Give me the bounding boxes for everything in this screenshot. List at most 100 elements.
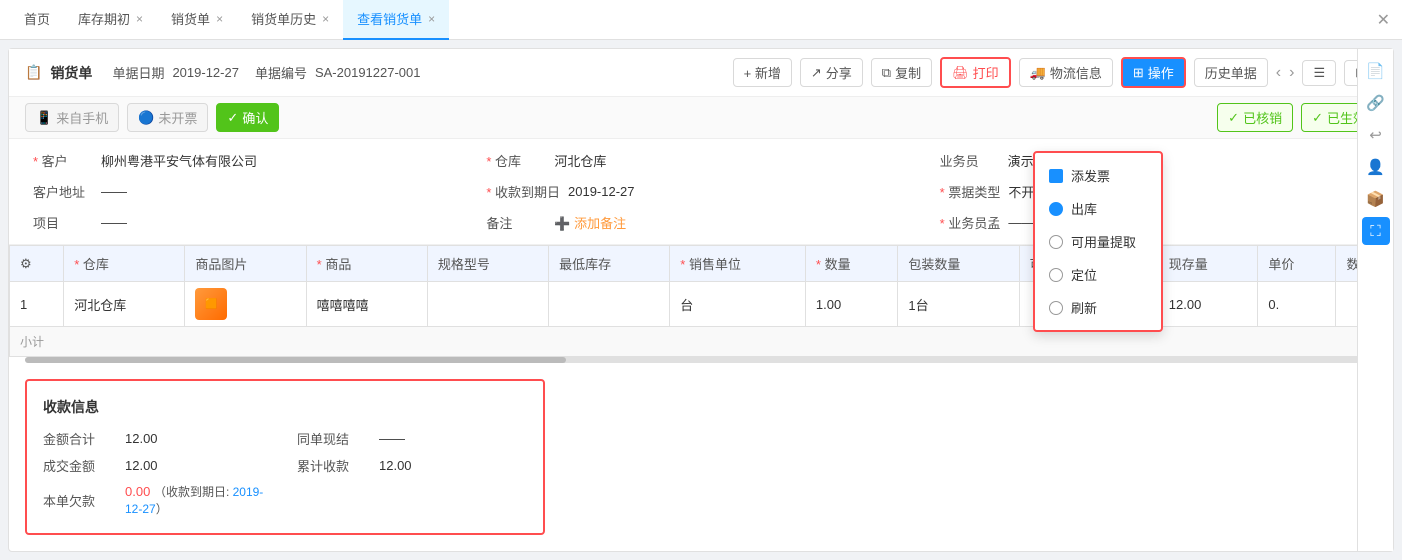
locate-item[interactable]: 定位 [1035,258,1161,291]
sidebar-user-icon[interactable]: 👤 [1362,153,1390,181]
same-order-value: —— [379,431,405,446]
truck-icon: 🚚 [1030,65,1046,81]
tab-close-inventory[interactable]: × [136,12,143,26]
phone-icon: 📱 [36,110,52,126]
col-spec: 规格型号 [427,246,548,282]
sidebar-expand-icon[interactable]: ⛶ [1362,217,1390,245]
doc-meta: 单据日期 2019-12-27 单据编号 SA-20191227-001 [112,63,420,82]
customer-row: 客户 柳州粤港平安气体有限公司 [33,151,462,170]
tab-sales-order[interactable]: 销货单 × [157,0,237,40]
payment-date-value: 2019-12-27 [568,184,635,199]
project-label: 项目 [33,213,93,232]
row-product-name: 嘻嘻嘻嘻 [306,282,427,327]
main-content: 📋 销货单 单据日期 2019-12-27 单据编号 SA-20191227-0… [8,48,1394,552]
toolbar-right: + 新增 ↗ 分享 ⧉ 复制 🖨 打印 🚚 物流信息 ⊞ 操作 历 [733,57,1377,88]
doc-number-label: 单据编号 [255,63,307,82]
nav-next-icon[interactable]: › [1289,64,1294,82]
address-value: —— [101,184,127,199]
row-min-stock [549,282,670,327]
doc-date-value: 2019-12-27 [172,65,239,80]
payment-title: 收款信息 [43,397,527,417]
same-order-row: 同单现结 —— [297,429,527,448]
products-table: ⚙ 仓库 商品图片 商品 规格型号 最低库存 销售单位 数量 包装数量 可用量（… [9,245,1393,357]
not-open-button[interactable]: 🔵 未开票 [127,103,208,132]
staff2-label: 业务员孟 [940,213,1001,232]
form-section: 客户 柳州粤港平安气体有限公司 仓库 河北仓库 业务员 演示账号 客户地址 ——… [9,139,1393,245]
col-product-img: 商品图片 [185,246,306,282]
share-button[interactable]: ↗ 分享 [800,58,863,87]
tab-close-sales[interactable]: × [216,12,223,26]
doc-date-section: 单据日期 2019-12-27 [112,63,239,82]
global-close-icon[interactable]: ✕ [1377,10,1390,30]
horizontal-scrollbar[interactable] [25,357,1377,363]
doc-header: 📋 销货单 单据日期 2019-12-27 单据编号 SA-20191227-0… [9,49,1393,97]
scroll-thumb[interactable] [25,357,566,363]
same-order-label: 同单现结 [297,429,367,448]
row-index: 1 [10,282,64,327]
col-unit-price: 单价 [1258,246,1336,282]
cumulative-receipt-row: 累计收款 12.00 [297,456,527,475]
tab-sales-history[interactable]: 销货单历史 × [237,0,343,40]
tab-close-history[interactable]: × [322,12,329,26]
cumulative-receipt-value: 12.00 [379,458,412,473]
current-due-row: 本单欠款 0.00 （收款到期日: 2019-12-27） [43,483,273,517]
transaction-amount-label: 成交金额 [43,456,113,475]
row-quantity: 1.00 [805,282,897,327]
sold-status-button[interactable]: ✓ 已核销 [1217,103,1293,132]
doc-title-text: 销货单 [50,63,92,83]
view-list-button[interactable]: ☰ [1302,60,1336,86]
warehouse-value: 河北仓库 [554,151,606,170]
project-row: 项目 —— [33,213,462,232]
tab-inventory-init[interactable]: 库存期初 × [64,0,157,40]
address-row: 客户地址 —— [33,182,462,201]
col-quantity: 数量 [805,246,897,282]
refresh-icon [1049,301,1063,315]
available-qty-item[interactable]: 可用量提取 [1035,225,1161,258]
current-due-label: 本单欠款 [43,491,113,510]
tab-view-sales[interactable]: 查看销货单 × [343,0,449,40]
sidebar-link-icon[interactable]: 🔗 [1362,89,1390,117]
add-invoice-item[interactable]: 添发票 [1035,159,1161,192]
print-icon: 🖨 [952,65,969,81]
subtotal-row: 小计 [10,327,1393,357]
plus-icon: ➕ [554,216,570,231]
table-container: ⚙ 仓库 商品图片 商品 规格型号 最低库存 销售单位 数量 包装数量 可用量（… [9,245,1393,357]
col-settings[interactable]: ⚙ [10,246,64,282]
sidebar-doc-icon[interactable]: 📄 [1362,57,1390,85]
col-product: 商品 [306,246,427,282]
add-note-button[interactable]: ➕ 添加备注 [554,213,626,232]
tab-home[interactable]: 首页 [10,0,64,40]
sidebar-refresh-icon[interactable]: ↩ [1362,121,1390,149]
from-phone-button[interactable]: 📱 来自手机 [25,103,119,132]
doc-number-value: SA-20191227-001 [315,65,421,80]
total-amount-label: 金额合计 [43,429,113,448]
payment-date-label: 收款到期日 [486,182,560,201]
ticket-icon: 🔵 [138,110,154,126]
new-button[interactable]: + 新增 [733,58,792,87]
transaction-amount-row: 成交金额 12.00 [43,456,273,475]
staff2-value: —— [1008,215,1034,230]
operation-dropdown: 添发票 出库 可用量提取 定位 刷新 [1033,151,1163,332]
copy-button[interactable]: ⧉ 复制 [871,58,932,87]
sidebar-box-icon[interactable]: 📦 [1362,185,1390,213]
print-button[interactable]: 🖨 打印 [940,57,1011,88]
history-button[interactable]: 历史单据 [1194,58,1268,87]
table-header: ⚙ 仓库 商品图片 商品 规格型号 最低库存 销售单位 数量 包装数量 可用量（… [10,246,1393,282]
row-product-img: 🟧 [185,282,306,327]
current-due-value: 0.00 （收款到期日: 2019-12-27） [125,483,273,517]
row-pack-qty: 1台 [898,282,1019,327]
outbound-item[interactable]: 出库 [1035,192,1161,225]
grid-icon: ⊞ [1133,65,1144,81]
add-invoice-icon [1049,169,1063,183]
logistics-button[interactable]: 🚚 物流信息 [1019,58,1113,87]
col-current-stock: 现存量 [1158,246,1258,282]
col-unit: 销售单位 [670,246,806,282]
nav-prev-icon[interactable]: ‹ [1276,64,1281,82]
row-current-stock: 12.00 [1158,282,1258,327]
warehouse-label: 仓库 [486,151,546,170]
tab-close-view[interactable]: × [428,12,435,26]
refresh-item[interactable]: 刷新 [1035,291,1161,324]
share-icon: ↗ [811,65,822,81]
operation-button[interactable]: ⊞ 操作 [1121,57,1186,88]
confirm-button[interactable]: ✓ 确认 [216,103,279,132]
